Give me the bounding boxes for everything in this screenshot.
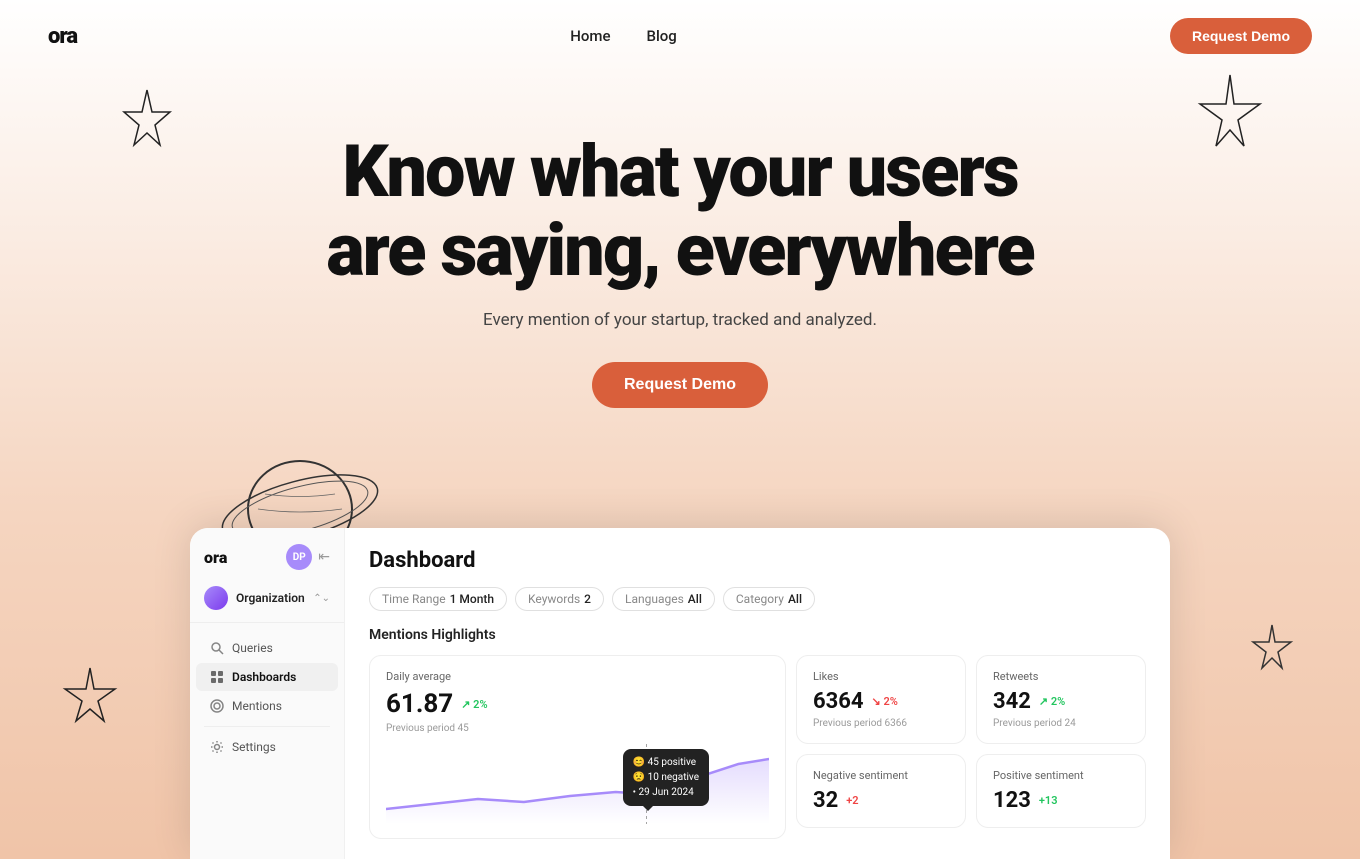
metric-card-pos-sentiment: Positive sentiment 123 +13 <box>976 754 1146 828</box>
filter-category[interactable]: Category All <box>723 587 815 611</box>
daily-avg-badge: ↗ 2% <box>461 698 487 711</box>
neg-sentiment-value: 32 +2 <box>813 788 949 813</box>
sidebar-divider <box>204 726 330 727</box>
metrics-right-col2: Retweets 342 ↗ 2% Previous period 24 Pos… <box>976 655 1146 839</box>
metric-card-neg-sentiment: Negative sentiment 32 +2 <box>796 754 966 828</box>
main-content: Dashboard Time Range 1 Month Keywords 2 … <box>345 528 1170 859</box>
sidebar-item-dashboards[interactable]: Dashboards <box>196 663 338 691</box>
filter-keywords[interactable]: Keywords 2 <box>515 587 604 611</box>
pos-sentiment-badge: +13 <box>1039 794 1058 807</box>
nav-links: Home Blog <box>570 27 677 45</box>
likes-label: Likes <box>813 670 949 683</box>
settings-icon <box>210 740 224 754</box>
sidebar-avatar: DP <box>286 544 312 570</box>
metrics-grid: Daily average 61.87 ↗ 2% Previous period… <box>369 655 1146 839</box>
filter-category-label: Category <box>736 592 784 606</box>
filters-bar: Time Range 1 Month Keywords 2 Languages … <box>369 587 1146 611</box>
likes-value: 6364 ↘ 2% <box>813 689 949 714</box>
likes-prev: Previous period 6366 <box>813 718 949 729</box>
daily-avg-value: 61.87 ↗ 2% <box>386 689 769 719</box>
filter-category-value: All <box>788 592 802 606</box>
filter-languages-label: Languages <box>625 592 684 606</box>
nav-home[interactable]: Home <box>570 27 610 45</box>
sidebar-item-dashboards-label: Dashboards <box>232 670 296 684</box>
org-chevron-icon: ⌃⌄ <box>313 593 330 604</box>
sidebar-item-mentions-label: Mentions <box>232 699 282 713</box>
metric-card-retweets: Retweets 342 ↗ 2% Previous period 24 <box>976 655 1146 744</box>
filter-languages-value: All <box>688 592 702 606</box>
hero-request-demo-button[interactable]: Request Demo <box>592 362 768 408</box>
sidebar-logo: ora <box>204 548 227 567</box>
metrics-right-col1: Likes 6364 ↘ 2% Previous period 6366 Neg… <box>796 655 966 839</box>
sidebar-item-queries-label: Queries <box>232 641 273 655</box>
neg-sentiment-label: Negative sentiment <box>813 769 949 782</box>
retweets-label: Retweets <box>993 670 1129 683</box>
dashboard-mockup: ora DP ⇤ Organization ⌃⌄ Queries <box>190 528 1170 859</box>
nav-request-demo-button[interactable]: Request Demo <box>1170 18 1312 54</box>
hero-section: Know what your users are saying, everywh… <box>0 72 1360 408</box>
daily-avg-chart: 😊 45 positive 😟 10 negative • 29 Jun 202… <box>386 744 769 824</box>
star-decoration-bottom-right <box>1245 620 1300 679</box>
mentions-icon <box>210 699 224 713</box>
retweets-prev: Previous period 24 <box>993 718 1129 729</box>
hero-subtitle: Every mention of your startup, tracked a… <box>0 310 1360 330</box>
star-decoration-bottom-left <box>60 665 120 729</box>
sidebar-nav: Queries Dashboards Mentions Settings <box>190 623 344 772</box>
metric-card-likes: Likes 6364 ↘ 2% Previous period 6366 <box>796 655 966 744</box>
retweets-badge: ↗ 2% <box>1039 695 1065 708</box>
org-name: Organization <box>236 591 305 605</box>
filter-time-range-label: Time Range <box>382 592 446 606</box>
pos-sentiment-value: 123 +13 <box>993 788 1129 813</box>
neg-sentiment-badge: +2 <box>846 794 858 807</box>
mentions-highlights-label: Mentions Highlights <box>369 627 1146 643</box>
org-avatar <box>204 586 228 610</box>
logo: ora <box>48 24 77 49</box>
filter-time-range-value: 1 Month <box>450 592 494 606</box>
filter-languages[interactable]: Languages All <box>612 587 715 611</box>
filter-keywords-label: Keywords <box>528 592 580 606</box>
queries-icon <box>210 641 224 655</box>
nav-blog[interactable]: Blog <box>647 27 677 45</box>
sidebar-item-settings[interactable]: Settings <box>196 733 338 761</box>
filter-keywords-value: 2 <box>584 592 591 606</box>
sidebar-item-settings-label: Settings <box>232 740 276 754</box>
hero-title: Know what your users are saying, everywh… <box>305 132 1055 290</box>
chart-tooltip: 😊 45 positive 😟 10 negative • 29 Jun 202… <box>623 749 709 806</box>
dashboards-icon <box>210 670 224 684</box>
sidebar: ora DP ⇤ Organization ⌃⌄ Queries <box>190 528 345 859</box>
sidebar-collapse-icon[interactable]: ⇤ <box>318 549 330 565</box>
daily-avg-label: Daily average <box>386 670 769 683</box>
daily-avg-prev: Previous period 45 <box>386 723 769 734</box>
navbar: ora Home Blog Request Demo <box>0 0 1360 72</box>
sidebar-item-mentions[interactable]: Mentions <box>196 692 338 720</box>
sidebar-org[interactable]: Organization ⌃⌄ <box>190 580 344 623</box>
filter-time-range[interactable]: Time Range 1 Month <box>369 587 507 611</box>
likes-badge: ↘ 2% <box>872 695 898 708</box>
retweets-value: 342 ↗ 2% <box>993 689 1129 714</box>
metric-card-daily-avg: Daily average 61.87 ↗ 2% Previous period… <box>369 655 786 839</box>
dashboard-title: Dashboard <box>369 548 1146 573</box>
pos-sentiment-label: Positive sentiment <box>993 769 1129 782</box>
sidebar-item-queries[interactable]: Queries <box>196 634 338 662</box>
sidebar-header: ora DP ⇤ <box>190 544 344 580</box>
